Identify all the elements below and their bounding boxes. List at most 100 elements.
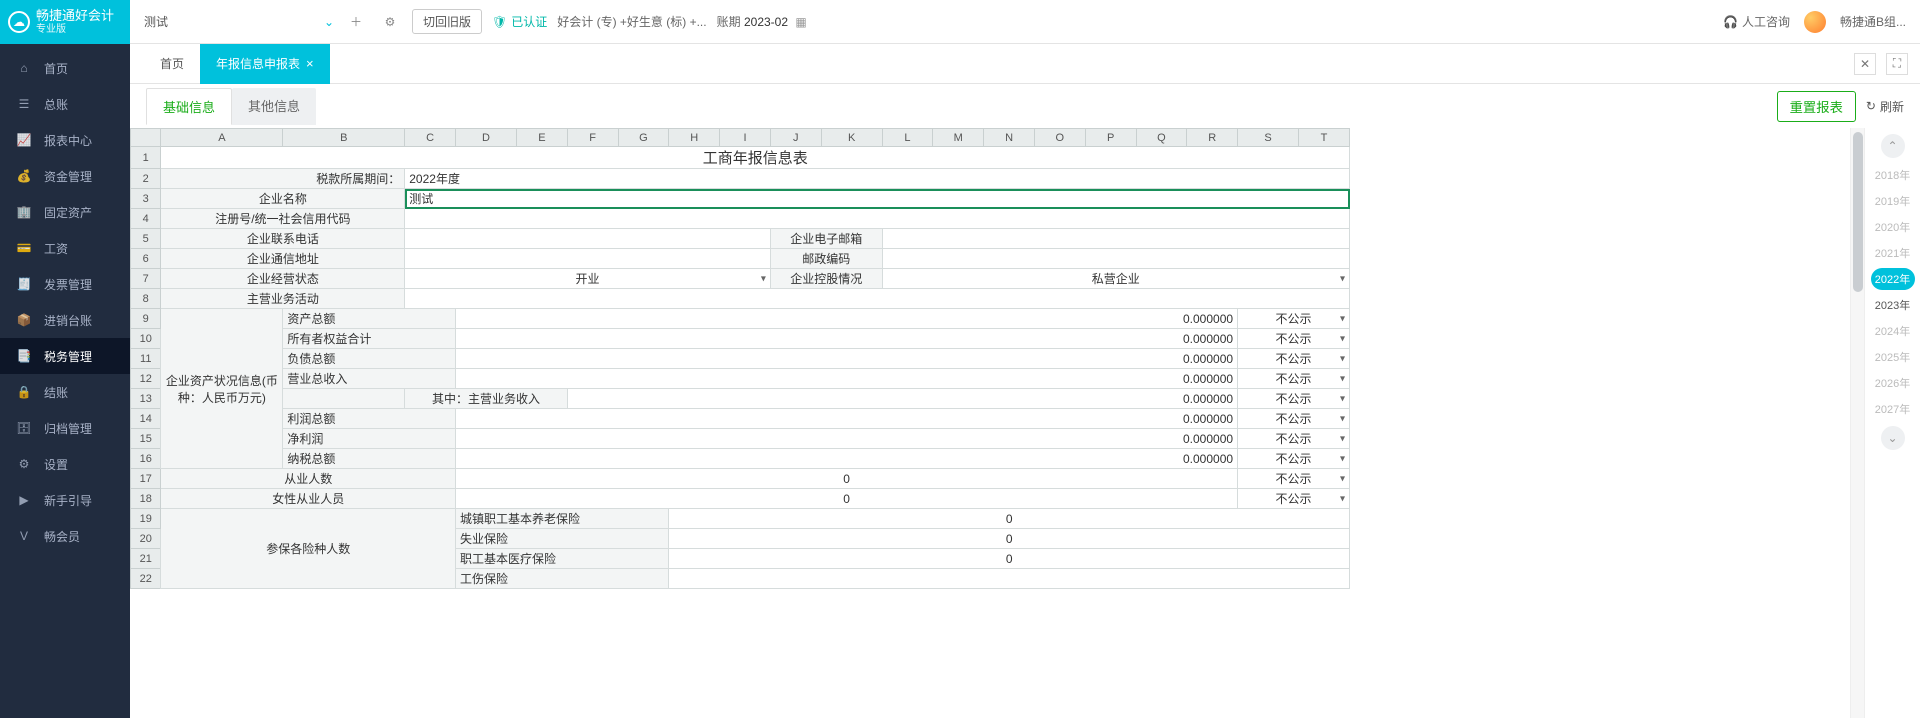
row-header[interactable]: 22 — [131, 569, 161, 589]
cell[interactable] — [405, 249, 771, 269]
sidebar-item-inventory[interactable]: 📦进销台账 — [0, 302, 130, 338]
col-header[interactable]: N — [984, 129, 1035, 147]
col-header[interactable]: J — [770, 129, 821, 147]
row-header[interactable]: 18 — [131, 489, 161, 509]
col-header[interactable]: H — [669, 129, 720, 147]
row-header[interactable]: 12 — [131, 369, 161, 389]
col-header[interactable]: C — [405, 129, 456, 147]
cell[interactable] — [882, 249, 1349, 269]
col-header[interactable]: L — [882, 129, 933, 147]
sidebar-item-chart[interactable]: 📈报表中心 — [0, 122, 130, 158]
row-header[interactable]: 6 — [131, 249, 161, 269]
cell[interactable]: 0.000000 — [456, 369, 1238, 389]
holding-dropdown[interactable]: 私营企业 — [882, 269, 1349, 289]
tab-0[interactable]: 首页 — [144, 44, 200, 84]
row-header[interactable]: 13 — [131, 389, 161, 409]
sidebar-item-tax[interactable]: 📑税务管理 — [0, 338, 130, 374]
col-header[interactable]: D — [456, 129, 517, 147]
col-header[interactable]: A — [161, 129, 283, 147]
cell[interactable]: 0.000000 — [456, 309, 1238, 329]
sidebar-item-close-books[interactable]: 🔒结账 — [0, 374, 130, 410]
year-up-button[interactable]: ⌃ — [1881, 134, 1905, 158]
sidebar-item-archive[interactable]: 🗄归档管理 — [0, 410, 130, 446]
cell[interactable]: 0 — [456, 489, 1238, 509]
row-header[interactable]: 19 — [131, 509, 161, 529]
tab-1[interactable]: 年报信息申报表× — [200, 44, 330, 84]
avatar[interactable] — [1804, 11, 1826, 33]
switch-old-button[interactable]: 切回旧版 — [412, 9, 482, 34]
brand-logo[interactable]: ☁ 畅捷通好会计 专业版 — [0, 0, 130, 44]
row-header[interactable]: 17 — [131, 469, 161, 489]
col-header[interactable]: Q — [1136, 129, 1187, 147]
subtab-0[interactable]: 基础信息 — [146, 88, 232, 125]
row-header[interactable]: 16 — [131, 449, 161, 469]
close-icon[interactable]: × — [306, 56, 314, 71]
status-dropdown[interactable]: 开业 — [405, 269, 771, 289]
reg-no-value[interactable] — [405, 209, 1350, 229]
col-header[interactable]: T — [1299, 129, 1350, 147]
vertical-scrollbar[interactable] — [1850, 128, 1864, 718]
row-header[interactable]: 8 — [131, 289, 161, 309]
row-header[interactable]: 20 — [131, 529, 161, 549]
sidebar-item-asset[interactable]: 🏢固定资产 — [0, 194, 130, 230]
row-header[interactable]: 21 — [131, 549, 161, 569]
row-header[interactable]: 1 — [131, 147, 161, 169]
row-header[interactable]: 4 — [131, 209, 161, 229]
col-header[interactable]: K — [821, 129, 882, 147]
sidebar-item-salary[interactable]: 💳工资 — [0, 230, 130, 266]
close-all-tabs-button[interactable]: ✕ — [1854, 53, 1876, 75]
row-header[interactable]: 15 — [131, 429, 161, 449]
cell[interactable] — [882, 229, 1349, 249]
cell[interactable] — [405, 229, 771, 249]
sidebar-item-home[interactable]: ⌂首页 — [0, 50, 130, 86]
year-2023年[interactable]: 2023年 — [1871, 294, 1915, 316]
support-link[interactable]: 🎧 人工咨询 — [1723, 13, 1790, 30]
reset-report-button[interactable]: 重置报表 — [1777, 91, 1856, 122]
company-name-value[interactable]: 测试 — [405, 189, 1350, 209]
row-header[interactable]: 5 — [131, 229, 161, 249]
col-header[interactable]: P — [1085, 129, 1136, 147]
col-header[interactable]: M — [933, 129, 984, 147]
disclose-dropdown[interactable]: 不公示 — [1238, 449, 1350, 469]
cell[interactable]: 0.000000 — [456, 429, 1238, 449]
cell[interactable]: 0.000000 — [456, 449, 1238, 469]
disclose-dropdown[interactable]: 不公示 — [1238, 409, 1350, 429]
cell[interactable]: 0.000000 — [456, 349, 1238, 369]
cell[interactable]: 不公示 — [1238, 469, 1350, 489]
col-header[interactable]: B — [283, 129, 405, 147]
year-2022年[interactable]: 2022年 — [1871, 268, 1915, 290]
subtab-1[interactable]: 其他信息 — [232, 88, 316, 125]
col-header[interactable]: S — [1238, 129, 1299, 147]
disclose-dropdown[interactable]: 不公示 — [1238, 369, 1350, 389]
add-button[interactable]: ＋ — [344, 10, 368, 34]
sidebar-item-guide[interactable]: ▶新手引导 — [0, 482, 130, 518]
row-header[interactable]: 9 — [131, 309, 161, 329]
row-header[interactable]: 2 — [131, 169, 161, 189]
row-header[interactable]: 14 — [131, 409, 161, 429]
cell[interactable]: 0 — [669, 529, 1350, 549]
row-header[interactable]: 11 — [131, 349, 161, 369]
col-header[interactable]: E — [516, 129, 567, 147]
user-name[interactable]: 畅捷通B组... — [1840, 13, 1906, 30]
period[interactable]: 账期 2023-02 ▦ — [717, 13, 807, 30]
cell[interactable]: 0.000000 — [456, 409, 1238, 429]
cell[interactable]: 不公示 — [1238, 489, 1350, 509]
sidebar-item-invoice[interactable]: 🧾发票管理 — [0, 266, 130, 302]
cell[interactable]: 0 — [669, 509, 1350, 529]
disclose-dropdown[interactable]: 不公示 — [1238, 349, 1350, 369]
cell[interactable]: 0 — [456, 469, 1238, 489]
row-header[interactable]: 10 — [131, 329, 161, 349]
cell[interactable]: 0 — [669, 549, 1350, 569]
cell[interactable]: 0.000000 — [456, 329, 1238, 349]
col-header[interactable]: I — [720, 129, 771, 147]
col-header[interactable]: R — [1187, 129, 1238, 147]
disclose-dropdown[interactable]: 不公示 — [1238, 389, 1350, 409]
disclose-dropdown[interactable]: 不公示 — [1238, 309, 1350, 329]
col-header[interactable]: O — [1034, 129, 1085, 147]
sidebar-item-settings[interactable]: ⚙设置 — [0, 446, 130, 482]
disclose-dropdown[interactable]: 不公示 — [1238, 429, 1350, 449]
col-header[interactable] — [131, 129, 161, 147]
period-value[interactable]: 2022年度 — [405, 169, 1350, 189]
sidebar-item-funds[interactable]: 💰资金管理 — [0, 158, 130, 194]
cell[interactable] — [405, 289, 1350, 309]
